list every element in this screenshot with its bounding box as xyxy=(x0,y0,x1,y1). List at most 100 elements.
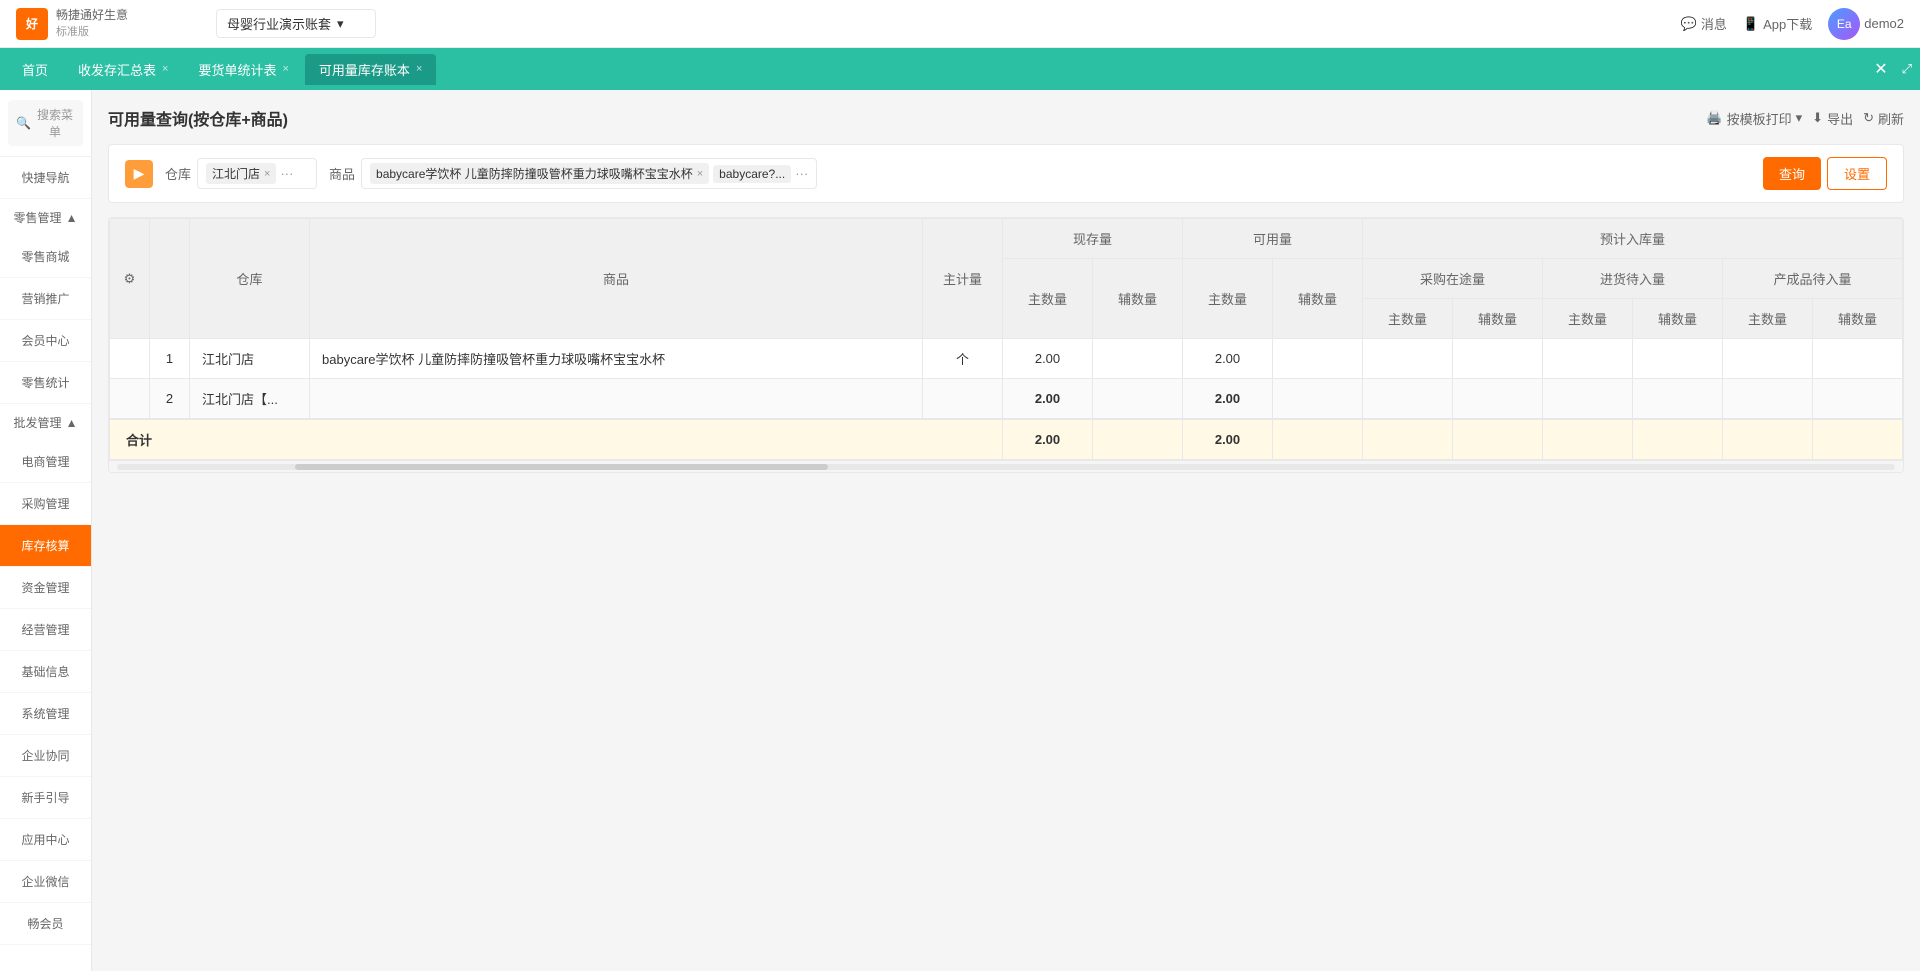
th-warehouse: 仓库 xyxy=(190,219,310,339)
tab-order-stats[interactable]: 要货单统计表 × xyxy=(184,54,302,85)
sidebar-item-enterprise[interactable]: 企业协同 xyxy=(0,735,91,777)
th-main-unit: 主计量 xyxy=(923,219,1003,339)
table-scrollbar[interactable] xyxy=(109,460,1903,472)
cell-incoming-main-2 xyxy=(1543,379,1633,420)
expand-btn[interactable]: ⤢ xyxy=(1902,61,1912,77)
tab-close-order-stats[interactable]: × xyxy=(282,63,288,75)
cell-product-main-2 xyxy=(1723,379,1813,420)
th-product-main: 主数量 xyxy=(1723,299,1813,339)
settings-btn[interactable]: 设置 xyxy=(1827,157,1887,190)
cell-purchase-aux-1 xyxy=(1453,339,1543,379)
tab-close-available-stock[interactable]: × xyxy=(416,63,422,75)
th-available: 可用量 xyxy=(1183,219,1363,259)
export-icon: ⬇ xyxy=(1812,110,1823,126)
sidebar-item-quick-nav[interactable]: 快捷导航 xyxy=(0,157,91,199)
refresh-icon: ↻ xyxy=(1863,110,1874,126)
query-btn[interactable]: 查询 xyxy=(1763,157,1821,190)
cell-stock-main-1: 2.00 xyxy=(1003,339,1093,379)
warehouse-tag-close[interactable]: × xyxy=(264,168,270,180)
cell-incoming-aux-1 xyxy=(1633,339,1723,379)
cell-purchase-main-2 xyxy=(1363,379,1453,420)
th-no xyxy=(150,219,190,339)
export-btn[interactable]: ⬇ 导出 xyxy=(1812,109,1853,128)
sidebar-item-newbie[interactable]: 新手引导 xyxy=(0,777,91,819)
data-table: ⚙ 仓库 商品 主计量 现存量 可用量 预计入库量 主数量 辅数量 主数量 辅数… xyxy=(108,217,1904,473)
sidebar-item-retail-mall[interactable]: 零售商城 xyxy=(0,236,91,278)
warehouse-label: 仓库 xyxy=(165,164,191,183)
th-purchase-in: 采购在途量 xyxy=(1363,259,1543,299)
goods-label: 商品 xyxy=(329,164,355,183)
sidebar-item-member2[interactable]: 畅会员 xyxy=(0,903,91,945)
cell-no-2: 2 xyxy=(150,379,190,420)
th-expected-in: 预计入库量 xyxy=(1363,219,1903,259)
goods-value[interactable]: babycare学饮杯 儿童防摔防撞吸管杯重力球吸嘴杯宝宝水杯 × babyca… xyxy=(361,158,817,189)
sidebar-item-marketing[interactable]: 营销推广 xyxy=(0,278,91,320)
sidebar-item-retail-mgmt[interactable]: 零售管理 ▲ xyxy=(0,199,91,236)
warehouse-tag: 江北门店 × xyxy=(206,163,276,184)
tab-close-stock-summary[interactable]: × xyxy=(162,63,168,75)
sidebar-item-operations[interactable]: 经营管理 xyxy=(0,609,91,651)
sidebar-item-basic-info[interactable]: 基础信息 xyxy=(0,651,91,693)
sidebar-item-ecommerce[interactable]: 电商管理 xyxy=(0,441,91,483)
tab-stock-summary[interactable]: 收发存汇总表 × xyxy=(64,54,182,85)
sidebar-item-wholesale-mgmt[interactable]: 批发管理 ▲ xyxy=(0,404,91,441)
cell-stock-aux-2 xyxy=(1093,379,1183,420)
close-all-tabs[interactable]: ✕ xyxy=(1866,59,1895,79)
print-chevron: ▾ xyxy=(1796,110,1803,126)
cell-product-aux-1 xyxy=(1813,339,1903,379)
sidebar-item-system[interactable]: 系统管理 xyxy=(0,693,91,735)
page-header: 可用量查询(按仓库+商品) 🖨️ 按模板打印 ▾ ⬇ 导出 ↻ 刷新 xyxy=(108,106,1904,130)
table-row: 1 江北门店 babycare学饮杯 儿童防摔防撞吸管杯重力球吸嘴杯宝宝水杯 个… xyxy=(110,339,1903,379)
user-menu[interactable]: Ea demo2 xyxy=(1828,8,1904,40)
footer-product-aux xyxy=(1813,419,1903,460)
main-layout: 🔍 搜索菜单 快捷导航 零售管理 ▲ 零售商城 营销推广 会员中心 零售统计 批… xyxy=(0,90,1920,971)
goods-tag1-close[interactable]: × xyxy=(697,168,703,180)
goods-filter: 商品 babycare学饮杯 儿童防摔防撞吸管杯重力球吸嘴杯宝宝水杯 × bab… xyxy=(329,158,817,189)
content-area: 可用量查询(按仓库+商品) 🖨️ 按模板打印 ▾ ⬇ 导出 ↻ 刷新 ▶ xyxy=(92,90,1920,971)
th-product-aux: 辅数量 xyxy=(1813,299,1903,339)
th-product-in: 产成品待入量 xyxy=(1723,259,1903,299)
order-stats-label: 要货单统计表 xyxy=(198,60,276,79)
cell-settings-2 xyxy=(110,379,150,420)
tab-home[interactable]: 首页 xyxy=(8,54,62,85)
th-incoming-aux: 辅数量 xyxy=(1633,299,1723,339)
filter-toggle-btn[interactable]: ▶ xyxy=(125,160,153,188)
app-download-btn[interactable]: 📱 App下载 xyxy=(1743,14,1812,33)
th-current-stock: 现存量 xyxy=(1003,219,1183,259)
print-icon: 🖨️ xyxy=(1706,110,1722,126)
goods-more[interactable]: ··· xyxy=(795,166,808,181)
th-incoming-main: 主数量 xyxy=(1543,299,1633,339)
industry-select[interactable]: 母婴行业演示账套 ▾ xyxy=(216,9,376,38)
footer-incoming-main xyxy=(1543,419,1633,460)
logo-area: 好 畅捷通好生意 标准版 xyxy=(16,8,216,40)
cell-unit-2 xyxy=(923,379,1003,420)
page-title: 可用量查询(按仓库+商品) xyxy=(108,106,288,130)
th-settings[interactable]: ⚙ xyxy=(110,219,150,339)
sidebar-item-inventory[interactable]: 库存核算 xyxy=(0,525,91,567)
top-bar: 好 畅捷通好生意 标准版 母婴行业演示账套 ▾ 💬 消息 📱 App下载 Ea … xyxy=(0,0,1920,48)
message-btn[interactable]: 💬 消息 xyxy=(1681,14,1727,33)
search-menu-btn[interactable]: 🔍 搜索菜单 xyxy=(8,100,83,146)
sidebar-search-area: 🔍 搜索菜单 xyxy=(0,90,91,157)
sidebar-item-retail-stats[interactable]: 零售统计 xyxy=(0,362,91,404)
cell-product-main-1 xyxy=(1723,339,1813,379)
sidebar-item-finance[interactable]: 资金管理 xyxy=(0,567,91,609)
chevron-icon-2: ▲ xyxy=(66,416,78,430)
th-avail-aux: 辅数量 xyxy=(1273,259,1363,339)
goods-tag-1: babycare学饮杯 儿童防摔防撞吸管杯重力球吸嘴杯宝宝水杯 × xyxy=(370,163,709,184)
cell-warehouse-1: 江北门店 xyxy=(190,339,310,379)
footer-stock-main: 2.00 xyxy=(1003,419,1093,460)
sidebar-item-member[interactable]: 会员中心 xyxy=(0,320,91,362)
print-btn[interactable]: 🖨️ 按模板打印 ▾ xyxy=(1706,109,1802,128)
sidebar-item-app-center[interactable]: 应用中心 xyxy=(0,819,91,861)
refresh-btn[interactable]: ↻ 刷新 xyxy=(1863,109,1904,128)
sidebar-item-wechat[interactable]: 企业微信 xyxy=(0,861,91,903)
footer-stock-aux xyxy=(1093,419,1183,460)
scrollbar-thumb[interactable] xyxy=(295,464,828,470)
table-row: 2 江北门店【... 2.00 2.00 xyxy=(110,379,1903,420)
warehouse-more[interactable]: ··· xyxy=(280,166,293,181)
cell-goods-2 xyxy=(310,379,923,420)
tab-available-stock[interactable]: 可用量库存账本 × xyxy=(305,54,436,85)
warehouse-value[interactable]: 江北门店 × ··· xyxy=(197,158,317,189)
sidebar-item-purchase[interactable]: 采购管理 xyxy=(0,483,91,525)
